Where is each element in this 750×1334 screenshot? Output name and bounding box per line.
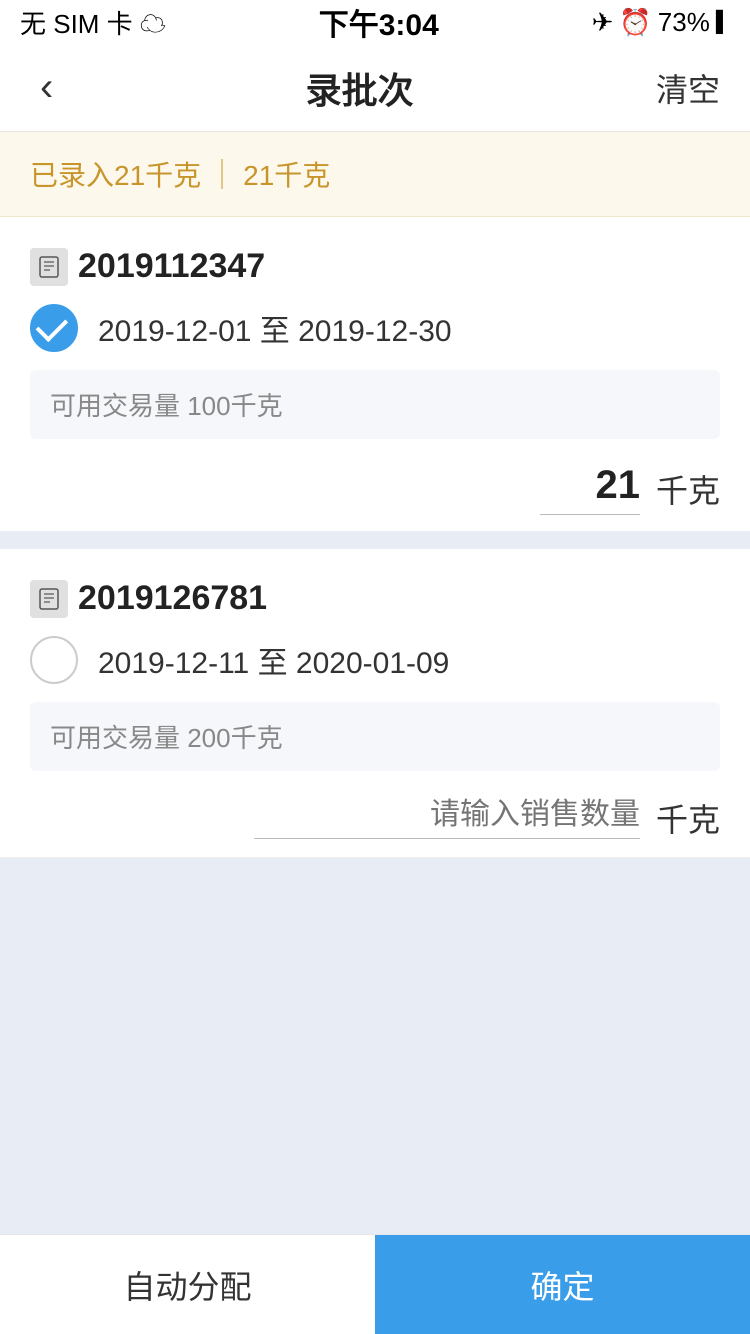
card2-input-row[interactable]: 千克 (0, 771, 750, 858)
status-left: 无 SIM 卡 ☁ (20, 4, 166, 41)
card2-quantity-input[interactable] (254, 798, 640, 832)
battery-icon: ▌ (716, 11, 730, 34)
card2-input-underline[interactable] (254, 798, 640, 839)
card2-id: 2019126781 (78, 579, 267, 618)
section-divider (0, 531, 750, 549)
batch-card-1: 2019112347 2019-12-01 至 2019-12-30 可用交易量… (0, 217, 750, 439)
signal-text: 无 SIM 卡 ☁ (20, 4, 166, 41)
page-title: 录批次 (306, 62, 414, 114)
card1-available: 可用交易量 100千克 (30, 370, 720, 439)
info-banner: 已录入21千克 21千克 (0, 132, 750, 217)
card1-unit: 千克 (656, 466, 720, 512)
card1-date: 2019-12-01 至 2019-12-30 (98, 306, 452, 350)
card2-checkbox[interactable] (30, 636, 78, 684)
battery-text: 73% (658, 7, 710, 38)
card2-unit: 千克 (656, 795, 720, 841)
banner-divider (221, 159, 223, 189)
auto-distribute-button[interactable]: 自动分配 (0, 1235, 375, 1334)
status-right: ✈ ⏰ 73% ▌ (592, 7, 730, 38)
card1-quantity-value[interactable]: 21 (595, 463, 640, 507)
nav-bar: ‹ 录批次 清空 (0, 44, 750, 132)
bottom-empty-area (0, 858, 750, 1234)
confirm-button[interactable]: 确定 (375, 1235, 750, 1334)
back-button[interactable]: ‹ (30, 55, 63, 120)
card1-quantity-row: 21 千克 (0, 439, 750, 531)
card1-icon (30, 248, 68, 286)
card2-date: 2019-12-11 至 2020-01-09 (98, 638, 449, 682)
card2-available: 可用交易量 200千克 (30, 702, 720, 771)
alarm-icon: ⏰ (619, 7, 651, 38)
clear-button[interactable]: 清空 (656, 65, 720, 111)
total-amount: 21千克 (243, 154, 330, 194)
batch-card-2: 2019126781 2019-12-11 至 2020-01-09 可用交易量… (0, 549, 750, 771)
card1-id: 2019112347 (78, 247, 265, 286)
recorded-amount: 已录入21千克 (30, 154, 201, 194)
card2-icon (30, 580, 68, 618)
location-icon: ✈ (592, 7, 614, 38)
card2-header: 2019126781 (30, 579, 720, 618)
card1-date-row[interactable]: 2019-12-01 至 2019-12-30 (30, 304, 720, 352)
card2-date-row[interactable]: 2019-12-11 至 2020-01-09 (30, 636, 720, 684)
bottom-bar: 自动分配 确定 (0, 1234, 750, 1334)
card1-quantity-underline: 21 (540, 463, 640, 515)
card1-header: 2019112347 (30, 247, 720, 286)
status-time: 下午3:04 (319, 0, 439, 44)
card1-checkbox[interactable] (30, 304, 78, 352)
status-bar: 无 SIM 卡 ☁ 下午3:04 ✈ ⏰ 73% ▌ (0, 0, 750, 44)
